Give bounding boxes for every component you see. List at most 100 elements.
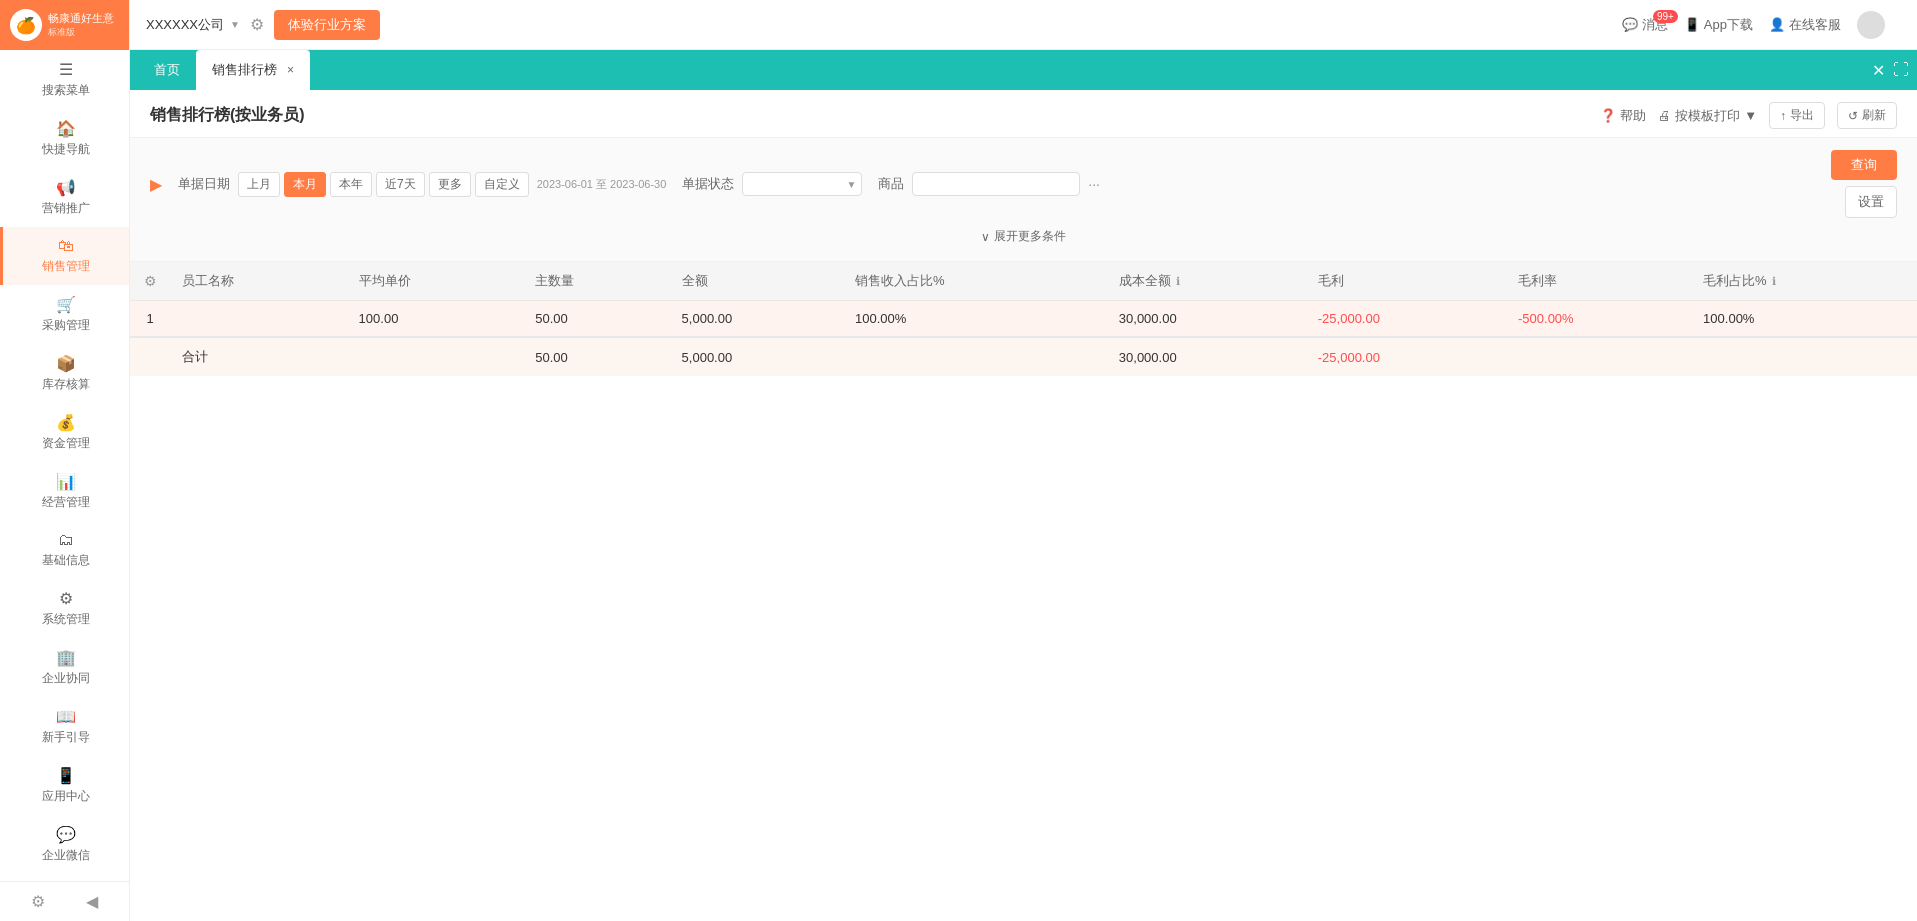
notification-button[interactable]: 💬 消息 99+ bbox=[1622, 16, 1668, 34]
date-range-text: 2023-06-01 至 2023-06-30 bbox=[537, 177, 667, 192]
help-label: 帮助 bbox=[1620, 107, 1646, 125]
settings-footer-icon[interactable]: ⚙ bbox=[31, 892, 45, 911]
col-amount: 全额 bbox=[670, 262, 843, 301]
page-content: 销售排行榜(按业务员) ❓ 帮助 🖨 按模板打印 ▼ ↑ 导出 ↺ 刷新 bbox=[130, 90, 1917, 921]
system-icon: ⚙ bbox=[59, 589, 73, 608]
goods-more-icon[interactable]: ··· bbox=[1088, 176, 1100, 192]
refresh-icon: ↺ bbox=[1848, 109, 1858, 123]
cell-gross-ratio: 100.00% bbox=[1691, 301, 1917, 338]
footer-gross-profit: -25,000.00 bbox=[1306, 337, 1506, 376]
cell-rank: 1 bbox=[130, 301, 170, 338]
cell-sales-ratio: 100.00% bbox=[843, 301, 1107, 338]
date-range-buttons: 上月 本月 本年 近7天 更多 自定义 bbox=[238, 172, 529, 197]
print-label: 按模板打印 bbox=[1675, 107, 1740, 125]
table-header-row: ⚙ 员工名称 平均单价 主数量 全额 销售收入占比% 成本全额 ℹ 毛利 毛利率 bbox=[130, 262, 1917, 301]
help-link[interactable]: ❓ 帮助 bbox=[1600, 107, 1646, 125]
sidebar-item-inventory[interactable]: 📦 库存核算 bbox=[0, 344, 129, 403]
tab-expand-icon[interactable]: ⛶ bbox=[1893, 61, 1909, 80]
app-download-button[interactable]: 📱 App下载 bbox=[1684, 16, 1753, 34]
col-quantity: 主数量 bbox=[523, 262, 669, 301]
sidebar-item-appcenter[interactable]: 📱 应用中心 bbox=[0, 756, 129, 815]
export-button[interactable]: ↑ 导出 bbox=[1769, 102, 1825, 129]
cell-amount: 5,000.00 bbox=[670, 301, 843, 338]
cell-gross-profit: -25,000.00 bbox=[1306, 301, 1506, 338]
custom-date-btn[interactable]: 自定义 bbox=[475, 172, 529, 197]
tab-home[interactable]: 首页 bbox=[138, 50, 196, 90]
print-button[interactable]: 🖨 按模板打印 ▼ bbox=[1658, 107, 1757, 125]
tab-close-icon[interactable]: × bbox=[287, 63, 294, 77]
sales-ranking-table: ⚙ 员工名称 平均单价 主数量 全额 销售收入占比% 成本全额 ℹ 毛利 毛利率 bbox=[130, 262, 1917, 376]
status-select-wrapper: ▼ bbox=[742, 172, 862, 196]
footer-gross-rate bbox=[1506, 337, 1691, 376]
page-header: 销售排行榜(按业务员) ❓ 帮助 🖨 按模板打印 ▼ ↑ 导出 ↺ 刷新 bbox=[130, 90, 1917, 138]
gross-ratio-info-icon[interactable]: ℹ bbox=[1772, 275, 1776, 287]
footer-amount: 5,000.00 bbox=[670, 337, 843, 376]
sidebar-item-label: 应用中心 bbox=[42, 788, 90, 805]
user-avatar[interactable] bbox=[1857, 11, 1885, 39]
sidebar-item-sales[interactable]: 🛍 销售管理 bbox=[0, 227, 129, 285]
tab-sales-ranking[interactable]: 销售排行榜 × bbox=[196, 50, 310, 90]
status-select[interactable] bbox=[742, 172, 862, 196]
filter-right-actions: 查询 设置 bbox=[1831, 150, 1897, 218]
table-gear-icon[interactable]: ⚙ bbox=[144, 273, 157, 289]
inventory-icon: 📦 bbox=[56, 354, 76, 373]
finance-icon: 💰 bbox=[56, 413, 76, 432]
trial-button[interactable]: 体验行业方案 bbox=[274, 10, 380, 40]
date-filter-item: 单据日期 上月 本月 本年 近7天 更多 自定义 2023-06-01 至 20… bbox=[178, 172, 666, 197]
online-service-button[interactable]: 👤 在线客服 bbox=[1769, 16, 1841, 34]
date-filter-label: 单据日期 bbox=[178, 175, 230, 193]
col-cost: 成本全额 ℹ bbox=[1107, 262, 1306, 301]
home-icon: 🏠 bbox=[56, 119, 76, 138]
sidebar-item-baseinfo[interactable]: 🗂 基础信息 bbox=[0, 521, 129, 579]
current-year-btn[interactable]: 本年 bbox=[330, 172, 372, 197]
company-selector[interactable]: XXXXXX公司 ▼ bbox=[146, 16, 240, 34]
sidebar-item-label: 基础信息 bbox=[42, 552, 90, 569]
sidebar-item-enterprise[interactable]: 🏢 企业协同 bbox=[0, 638, 129, 697]
sidebar-logo: 🍊 畅康通好生意 标准版 bbox=[0, 0, 129, 50]
sidebar-nav: ☰ 搜索菜单 🏠 快捷导航 📢 营销推广 🛍 销售管理 🛒 采购管理 📦 库存核… bbox=[0, 50, 129, 881]
refresh-button[interactable]: ↺ 刷新 bbox=[1837, 102, 1897, 129]
sidebar-item-marketing[interactable]: 📢 营销推广 bbox=[0, 168, 129, 227]
sidebar-item-label: 采购管理 bbox=[42, 317, 90, 334]
sidebar-item-label: 资金管理 bbox=[42, 435, 90, 452]
sidebar-item-system[interactable]: ⚙ 系统管理 bbox=[0, 579, 129, 638]
tab-bar: 首页 销售排行榜 × ✕ ⛶ bbox=[130, 50, 1917, 90]
filter-expand-arrow[interactable]: ▶ bbox=[150, 175, 162, 194]
last-7days-btn[interactable]: 近7天 bbox=[376, 172, 425, 197]
current-month-btn[interactable]: 本月 bbox=[284, 172, 326, 197]
sidebar-item-label: 库存核算 bbox=[42, 376, 90, 393]
expand-more-label: 展开更多条件 bbox=[994, 228, 1066, 245]
expand-more-button[interactable]: ∨ 展开更多条件 bbox=[150, 224, 1897, 249]
baseinfo-icon: 🗂 bbox=[58, 531, 74, 549]
tab-minimize-icon[interactable]: ✕ bbox=[1872, 61, 1885, 80]
refresh-label: 刷新 bbox=[1862, 107, 1886, 124]
online-service-label: 在线客服 bbox=[1789, 16, 1841, 34]
header-right: 💬 消息 99+ 📱 App下载 👤 在线客服 bbox=[1622, 11, 1901, 39]
last-month-btn[interactable]: 上月 bbox=[238, 172, 280, 197]
sidebar-item-wechat[interactable]: 💬 企业微信 bbox=[0, 815, 129, 874]
tab-home-label: 首页 bbox=[154, 61, 180, 79]
sidebar-item-operations[interactable]: 📊 经营管理 bbox=[0, 462, 129, 521]
more-date-btn[interactable]: 更多 bbox=[429, 172, 471, 197]
cost-info-icon[interactable]: ℹ bbox=[1176, 275, 1180, 287]
operations-icon: 📊 bbox=[56, 472, 76, 491]
query-button[interactable]: 查询 bbox=[1831, 150, 1897, 180]
goods-input[interactable] bbox=[912, 172, 1080, 196]
collapse-icon[interactable]: ◀ bbox=[86, 892, 98, 911]
company-chevron-icon: ▼ bbox=[230, 19, 240, 30]
sidebar-item-member[interactable]: 🎖 畅会员 bbox=[0, 874, 129, 881]
settings-button[interactable]: 设置 bbox=[1845, 186, 1897, 218]
header-gear-icon[interactable]: ⚙ bbox=[250, 15, 264, 34]
footer-avg-price bbox=[347, 337, 524, 376]
top-header: XXXXXX公司 ▼ ⚙ 体验行业方案 💬 消息 99+ 📱 App下载 👤 在… bbox=[130, 0, 1917, 50]
sidebar-item-guide[interactable]: 📖 新手引导 bbox=[0, 697, 129, 756]
sidebar-item-finance[interactable]: 💰 资金管理 bbox=[0, 403, 129, 462]
sidebar-item-label: 营销推广 bbox=[42, 200, 90, 217]
col-gross-profit: 毛利 bbox=[1306, 262, 1506, 301]
purchase-icon: 🛒 bbox=[56, 295, 76, 314]
sidebar-item-search[interactable]: ☰ 搜索菜单 bbox=[0, 50, 129, 109]
sidebar-item-quicknav[interactable]: 🏠 快捷导航 bbox=[0, 109, 129, 168]
footer-gross-ratio bbox=[1691, 337, 1917, 376]
sidebar-item-purchase[interactable]: 🛒 采购管理 bbox=[0, 285, 129, 344]
sales-icon: 🛍 bbox=[58, 237, 74, 255]
